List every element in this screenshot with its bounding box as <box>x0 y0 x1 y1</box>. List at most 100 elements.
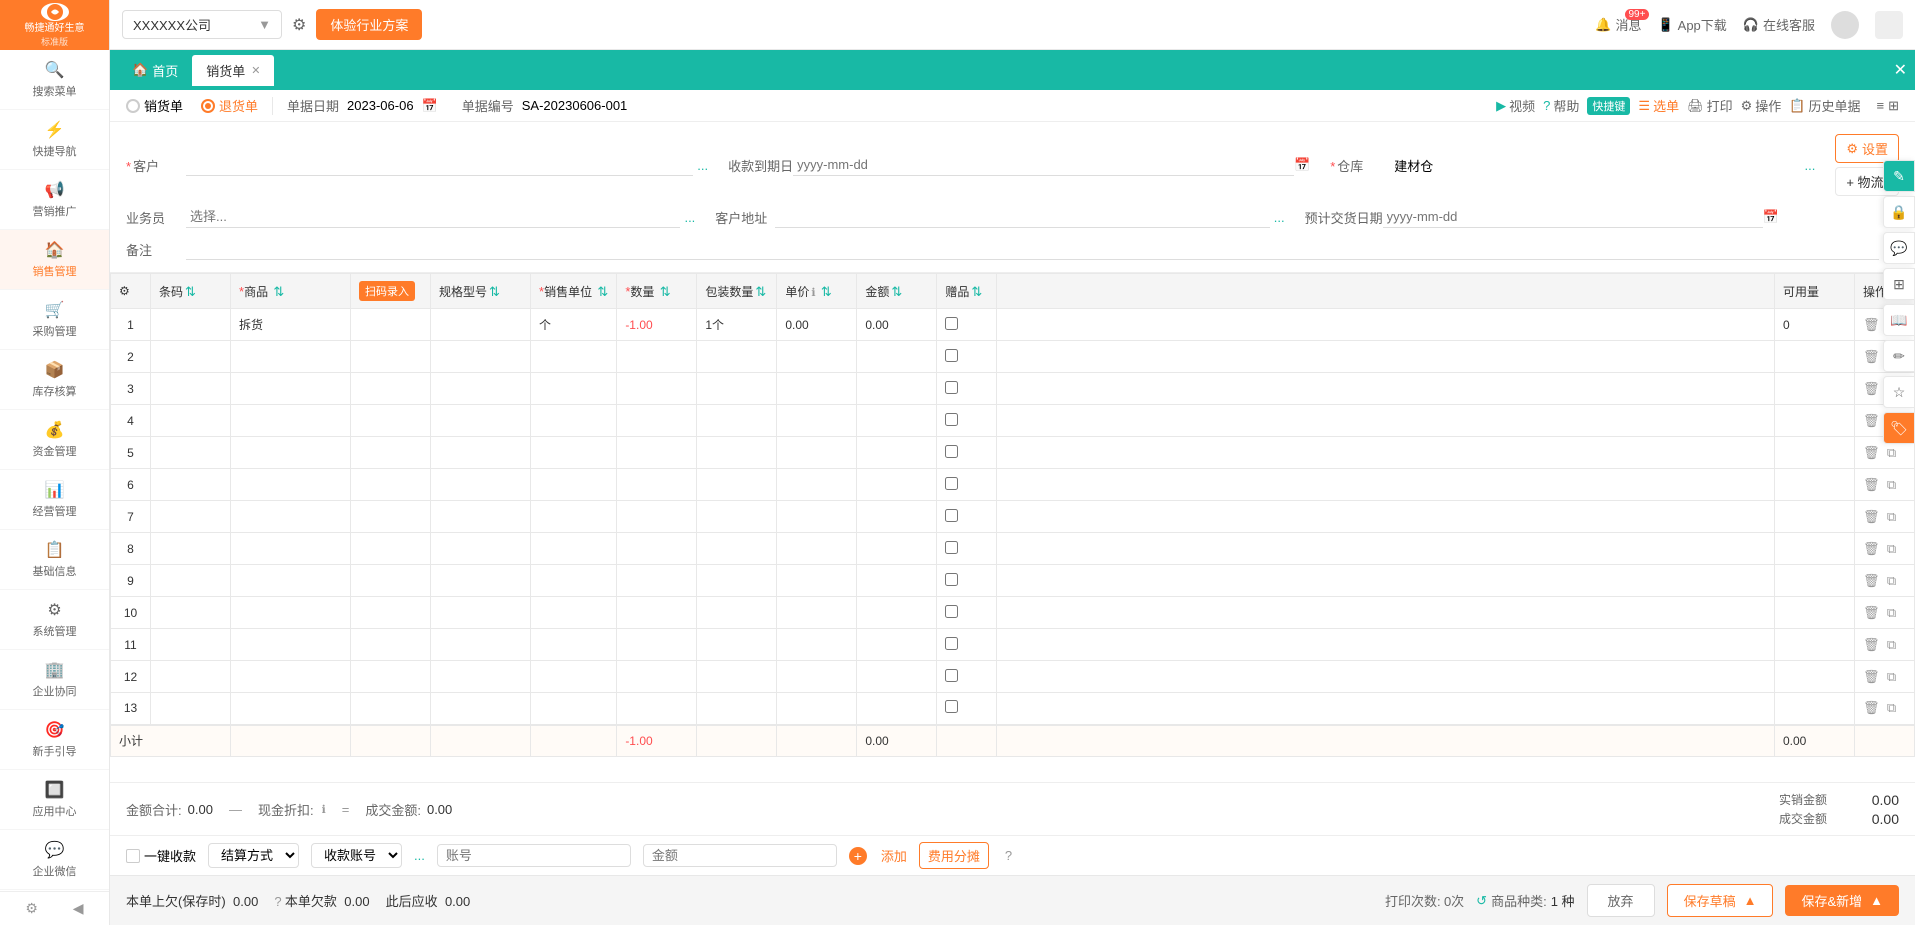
row-qty[interactable] <box>617 373 697 405</box>
delete-icon[interactable]: 🗑 <box>1863 573 1880 588</box>
operation-action[interactable]: ⚙ 操作 <box>1741 96 1782 115</box>
th-amount[interactable]: 金额⇅ <box>857 274 937 309</box>
row-pkgqty[interactable] <box>697 565 777 597</box>
row-qty[interactable] <box>617 469 697 501</box>
row-qty[interactable] <box>617 597 697 629</box>
row-barcode[interactable] <box>151 693 231 725</box>
row-gift[interactable] <box>937 629 997 661</box>
row-spec[interactable] <box>431 373 531 405</box>
bank-account-select[interactable]: 收款账号 <box>311 843 402 868</box>
payment-due-input[interactable] <box>793 154 1294 176</box>
settings-button[interactable]: ⚙ 设置 <box>1835 134 1899 163</box>
row-barcode[interactable] <box>151 597 231 629</box>
row-amount[interactable]: 0.00 <box>857 309 937 341</box>
copy-icon[interactable]: ⧉ <box>1887 669 1896 684</box>
row-qty[interactable] <box>617 405 697 437</box>
row-product[interactable] <box>231 693 351 725</box>
row-barcode[interactable] <box>151 405 231 437</box>
sidebar-item-enterprise[interactable]: 🏢 企业协同 <box>0 650 109 710</box>
row-amount[interactable] <box>857 373 937 405</box>
th-unit[interactable]: *销售单位 ⇅ <box>531 274 617 309</box>
row-unit[interactable] <box>531 565 617 597</box>
row-barcode[interactable] <box>151 309 231 341</box>
refresh-icon[interactable]: ↺ <box>1476 893 1487 909</box>
sidebar-item-search[interactable]: 🔍 搜索菜单 <box>0 50 109 110</box>
row-unit[interactable] <box>531 437 617 469</box>
row-price[interactable] <box>777 405 857 437</box>
row-amount[interactable] <box>857 661 937 693</box>
row-gift[interactable] <box>937 373 997 405</box>
sales-order-radio[interactable]: 销货单 <box>126 96 183 115</box>
user-avatar[interactable] <box>1831 11 1859 39</box>
settings-icon[interactable]: ⚙ <box>292 15 306 35</box>
row-barcode[interactable] <box>151 341 231 373</box>
sidebar-item-operations[interactable]: 📊 经营管理 <box>0 470 109 530</box>
delete-icon[interactable]: 🗑 <box>1863 541 1880 556</box>
row-product[interactable] <box>231 533 351 565</box>
sidebar-item-system[interactable]: ⚙ 系统管理 <box>0 590 109 650</box>
sidebar-item-finance[interactable]: 💰 资金管理 <box>0 410 109 470</box>
row-amount[interactable] <box>857 533 937 565</box>
row-barcode[interactable] <box>151 373 231 405</box>
row-qty[interactable] <box>617 693 697 725</box>
notes-input[interactable] <box>186 238 1879 260</box>
sidebar-item-inventory[interactable]: 📦 库存核算 <box>0 350 109 410</box>
salesperson-dots[interactable]: ... <box>684 210 695 225</box>
customer-dots[interactable]: ... <box>697 158 708 173</box>
row-price[interactable] <box>777 469 857 501</box>
float-pen-btn[interactable]: ✏ <box>1883 340 1915 372</box>
row-unit[interactable] <box>531 373 617 405</box>
th-qty[interactable]: *数量 ⇅ <box>617 274 697 309</box>
delete-icon[interactable]: 🗑 <box>1863 445 1880 460</box>
row-gift[interactable] <box>937 693 997 725</box>
row-spec[interactable] <box>431 693 531 725</box>
row-amount[interactable] <box>857 469 937 501</box>
return-order-radio[interactable]: 退货单 <box>201 96 258 115</box>
salesperson-input[interactable] <box>186 206 680 228</box>
row-spec[interactable] <box>431 597 531 629</box>
row-unit[interactable] <box>531 501 617 533</box>
row-pkgqty[interactable]: 1个 <box>697 309 777 341</box>
question-icon[interactable]: ? <box>1005 848 1012 863</box>
row-spec[interactable] <box>431 341 531 373</box>
row-amount[interactable] <box>857 597 937 629</box>
th-config[interactable]: ⚙ <box>111 274 151 309</box>
save-new-button[interactable]: 保存&新增 ▲ <box>1785 885 1899 916</box>
add-payment-btn[interactable]: + <box>849 847 867 865</box>
grid-tile-icon[interactable]: ⊞ <box>1888 98 1899 114</box>
row-qty[interactable] <box>617 501 697 533</box>
row-unit[interactable] <box>531 341 617 373</box>
row-pkgqty[interactable] <box>697 437 777 469</box>
notification-bell[interactable]: 🔔 消息 99+ <box>1595 15 1641 34</box>
row-gift[interactable] <box>937 469 997 501</box>
row-unit[interactable] <box>531 405 617 437</box>
row-price[interactable] <box>777 597 857 629</box>
row-gift[interactable] <box>937 565 997 597</box>
amount-input[interactable] <box>437 844 631 867</box>
user-menu-btn[interactable] <box>1875 11 1903 39</box>
row-unit[interactable] <box>531 533 617 565</box>
row-price[interactable] <box>777 341 857 373</box>
payment-cal-icon[interactable]: 📅 <box>1294 157 1310 173</box>
row-gift[interactable] <box>937 309 997 341</box>
close-all-icon[interactable]: ✕ <box>1894 60 1907 80</box>
copy-icon[interactable]: ⧉ <box>1887 477 1896 492</box>
online-service-link[interactable]: 🎧 在线客服 <box>1743 15 1815 34</box>
account-dots[interactable]: ... <box>414 848 425 863</box>
copy-icon[interactable]: ⧉ <box>1887 541 1896 556</box>
row-unit[interactable] <box>531 469 617 501</box>
row-spec[interactable] <box>431 437 531 469</box>
video-action[interactable]: ▶ 视频 <box>1496 96 1535 115</box>
tab-home[interactable]: 🏠 首页 <box>118 55 192 86</box>
customer-address-input[interactable] <box>775 206 1269 228</box>
row-product[interactable] <box>231 341 351 373</box>
delete-icon[interactable]: 🗑 <box>1863 669 1880 684</box>
row-price[interactable] <box>777 693 857 725</box>
delete-icon[interactable]: 🗑 <box>1863 349 1880 364</box>
print-action[interactable]: 🖨 打印 <box>1687 96 1733 115</box>
sidebar-item-sales[interactable]: 🏠 销售管理 <box>0 230 109 290</box>
calendar-icon[interactable]: 📅 <box>422 98 438 114</box>
row-spec[interactable] <box>431 629 531 661</box>
row-spec[interactable] <box>431 661 531 693</box>
row-product[interactable] <box>231 373 351 405</box>
